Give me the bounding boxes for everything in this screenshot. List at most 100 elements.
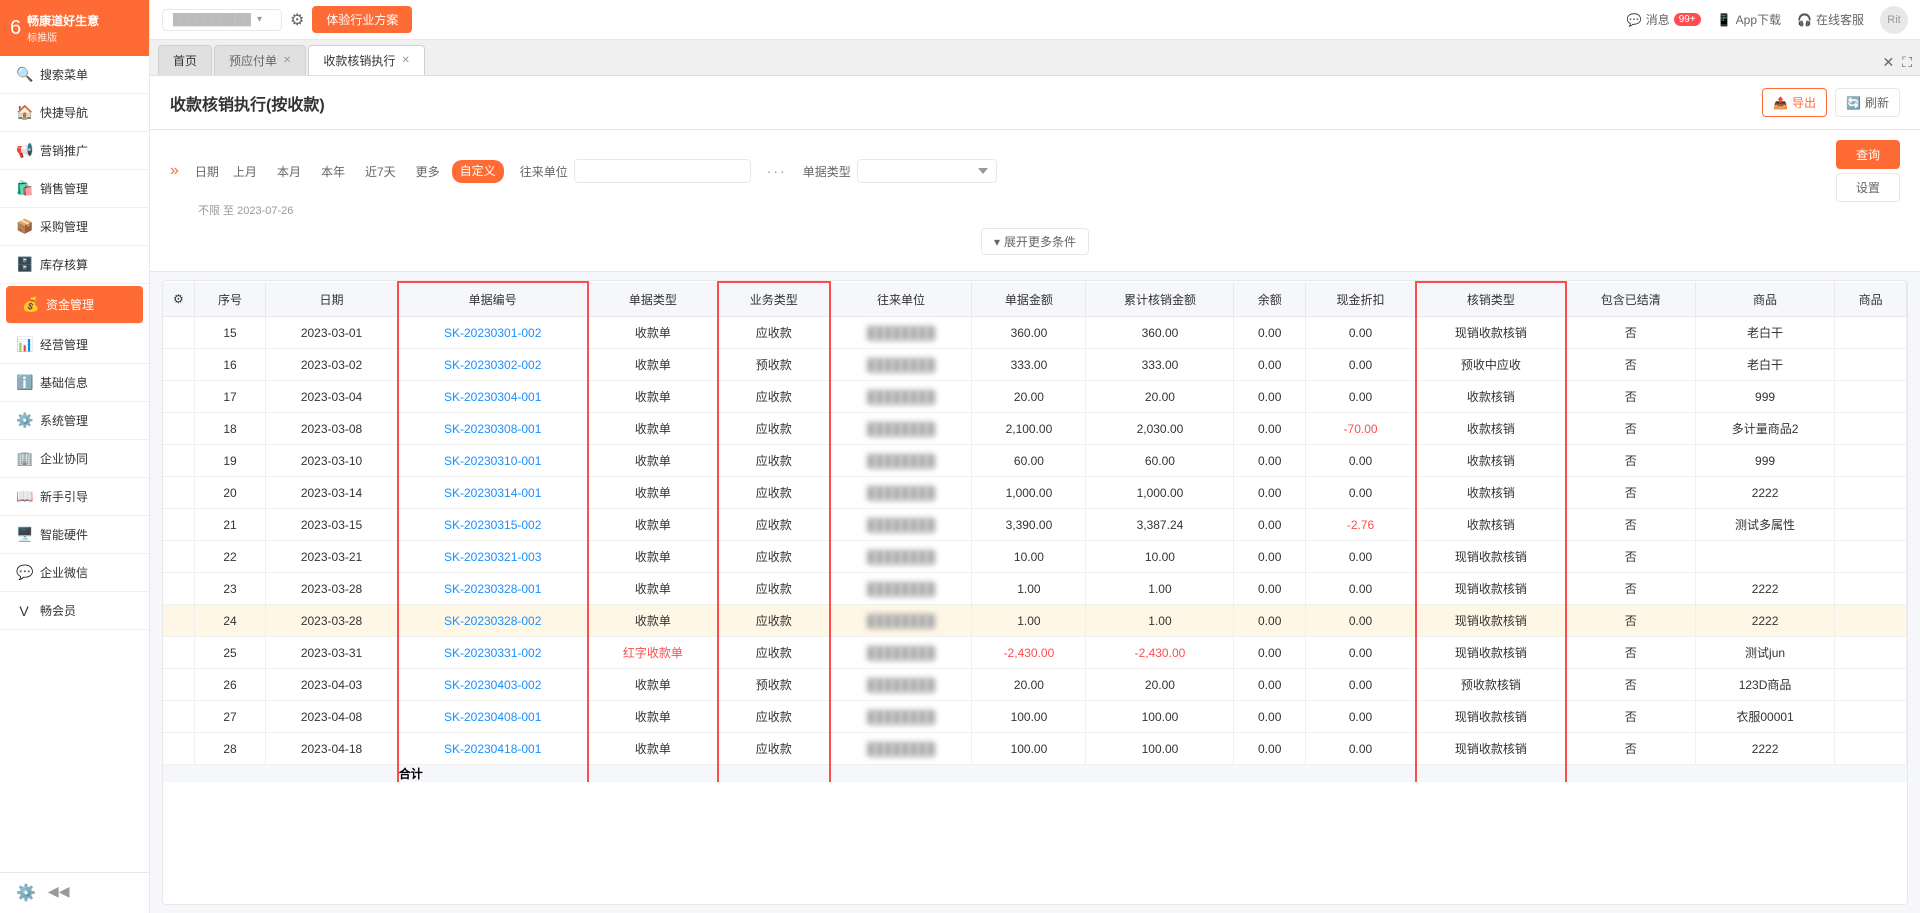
table-row[interactable]: 192023-03-10SK-20230310-001收款单应收款███████… xyxy=(163,445,1907,477)
table-row[interactable]: 162023-03-02SK-20230302-002收款单预收款███████… xyxy=(163,349,1907,381)
cell-receipt-no-link[interactable]: SK-20230315-002 xyxy=(444,518,541,532)
table-row[interactable]: 282023-04-18SK-20230418-001收款单应收款███████… xyxy=(163,733,1907,765)
date-btn-this-year[interactable]: 本年 xyxy=(313,160,353,183)
table-row[interactable]: 242023-03-28SK-20230328-002收款单应收款███████… xyxy=(163,605,1907,637)
cell-receipt-no[interactable]: SK-20230308-001 xyxy=(398,413,588,445)
user-avatar[interactable]: Rit xyxy=(1880,6,1908,34)
sidebar-item-hardware[interactable]: 🖥️ 智能硬件 xyxy=(0,516,149,554)
expand-conditions-btn[interactable]: ▾ 展开更多条件 xyxy=(981,228,1089,255)
sidebar-item-system[interactable]: ⚙️ 系统管理 xyxy=(0,402,149,440)
collapse-icon[interactable]: ◀◀ xyxy=(48,883,70,903)
sidebar-item-purchase[interactable]: 📦 采购管理 xyxy=(0,208,149,246)
cell-receipt-no-link[interactable]: SK-20230403-002 xyxy=(444,678,541,692)
data-table-container[interactable]: ⚙ 序号 日期 单据编号 单据类型 业务类型 往来单位 单据金额 累计核销金额 … xyxy=(162,280,1908,905)
cell-receipt-no[interactable]: SK-20230328-001 xyxy=(398,573,588,605)
table-row[interactable]: 182023-03-08SK-20230308-001收款单应收款███████… xyxy=(163,413,1907,445)
sidebar-item-quick-nav[interactable]: 🏠 快捷导航 xyxy=(0,94,149,132)
logo-subtext: 标推版 xyxy=(27,29,99,44)
table-row[interactable]: 172023-03-04SK-20230304-001收款单应收款███████… xyxy=(163,381,1907,413)
date-btn-last-month[interactable]: 上月 xyxy=(225,160,265,183)
table-row[interactable]: 202023-03-14SK-20230314-001收款单应收款███████… xyxy=(163,477,1907,509)
export-button[interactable]: 📤 导出 xyxy=(1762,88,1827,117)
sidebar-item-finance[interactable]: 💰 资金管理 xyxy=(6,286,143,324)
cell-receipt-no[interactable]: SK-20230301-002 xyxy=(398,317,588,349)
tab-collection[interactable]: 收款核销执行 ✕ xyxy=(308,45,424,75)
table-row[interactable]: 152023-03-01SK-20230301-002收款单应收款███████… xyxy=(163,317,1907,349)
cell-no: 24 xyxy=(194,605,266,637)
cell-receipt-no[interactable]: SK-20230403-002 xyxy=(398,669,588,701)
cell-receipt-no-link[interactable]: SK-20230310-001 xyxy=(444,454,541,468)
table-row[interactable]: 222023-03-21SK-20230321-003收款单应收款███████… xyxy=(163,541,1907,573)
maximize-icon[interactable]: ⛶ xyxy=(1902,54,1912,71)
cell-receipt-no-link[interactable]: SK-20230301-002 xyxy=(444,326,541,340)
query-button[interactable]: 查询 xyxy=(1836,140,1900,169)
receipt-type-select[interactable]: 收款单 红字收款单 xyxy=(857,159,997,183)
cell-receipt-no[interactable]: SK-20230310-001 xyxy=(398,445,588,477)
online-service-btn[interactable]: 🎧 在线客服 xyxy=(1797,11,1864,28)
cell-receipt-no[interactable]: SK-20230314-001 xyxy=(398,477,588,509)
sidebar-item-guide[interactable]: 📖 新手引导 xyxy=(0,478,149,516)
cell-goods2 xyxy=(1835,381,1907,413)
cell-receipt-no[interactable]: SK-20230331-002 xyxy=(398,637,588,669)
cell-receipt-no[interactable]: SK-20230302-002 xyxy=(398,349,588,381)
tab-prepay[interactable]: 预应付单 ✕ xyxy=(214,45,306,75)
sidebar-item-business[interactable]: 📊 经营管理 xyxy=(0,326,149,364)
cell-receipt-no[interactable]: SK-20230408-001 xyxy=(398,701,588,733)
cell-receipt-no-link[interactable]: SK-20230308-001 xyxy=(444,422,541,436)
date-btn-custom[interactable]: 自定义 xyxy=(452,160,504,183)
cell-receipt-no-link[interactable]: SK-20230408-001 xyxy=(444,710,541,724)
table-row[interactable]: 232023-03-28SK-20230328-001收款单应收款███████… xyxy=(163,573,1907,605)
cell-receipt-no-link[interactable]: SK-20230314-001 xyxy=(444,486,541,500)
date-buttons: 上月 本月 本年 近7天 更多 自定义 xyxy=(225,160,504,183)
cell-receipt-type: 收款单 xyxy=(588,477,718,509)
cell-goods xyxy=(1695,541,1834,573)
topbar-settings-icon[interactable]: ⚙ xyxy=(290,10,304,30)
sidebar-item-wechat[interactable]: 💬 企业微信 xyxy=(0,554,149,592)
filter-settings-button[interactable]: 设置 xyxy=(1836,173,1900,202)
filter-collapse-icon[interactable]: » xyxy=(170,162,179,180)
sidebar-item-corp[interactable]: 🏢 企业协同 xyxy=(0,440,149,478)
date-btn-7days[interactable]: 近7天 xyxy=(357,160,404,183)
close-all-icon[interactable]: ✕ xyxy=(1882,54,1894,71)
cell-receipt-no-link[interactable]: SK-20230302-002 xyxy=(444,358,541,372)
sidebar-item-search[interactable]: 🔍 搜索菜单 xyxy=(0,56,149,94)
refresh-button[interactable]: 🔄 刷新 xyxy=(1835,88,1900,117)
prepay-tab-close[interactable]: ✕ xyxy=(283,55,291,66)
cell-receipt-no[interactable]: SK-20230321-003 xyxy=(398,541,588,573)
workspace-selector[interactable]: ██████████ ▾ xyxy=(162,9,282,31)
cell-gear xyxy=(163,509,194,541)
table-row[interactable]: 212023-03-15SK-20230315-002收款单应收款███████… xyxy=(163,509,1907,541)
cell-biz-type: 应收款 xyxy=(718,445,829,477)
sidebar-item-member[interactable]: V 畅会员 xyxy=(0,592,149,630)
date-btn-more[interactable]: 更多 xyxy=(408,160,448,183)
cell-cash-discount: -2.76 xyxy=(1306,509,1417,541)
purchase-icon: 📦 xyxy=(16,218,32,235)
message-label: 消息 xyxy=(1646,11,1670,28)
app-download-btn[interactable]: 📱 App下载 xyxy=(1717,11,1781,28)
cell-receipt-no[interactable]: SK-20230304-001 xyxy=(398,381,588,413)
cell-receipt-no-link[interactable]: SK-20230321-003 xyxy=(444,550,541,564)
col-header-gear[interactable]: ⚙ xyxy=(163,282,194,317)
solution-button[interactable]: 体验行业方案 xyxy=(312,6,412,33)
counterpart-input[interactable] xyxy=(574,159,751,183)
table-row[interactable]: 262023-04-03SK-20230403-002收款单预收款███████… xyxy=(163,669,1907,701)
cell-receipt-no-link[interactable]: SK-20230304-001 xyxy=(444,390,541,404)
cell-receipt-no-link[interactable]: SK-20230331-002 xyxy=(444,646,541,660)
sidebar-item-inventory[interactable]: 🗄️ 库存核算 xyxy=(0,246,149,284)
sidebar-item-basic[interactable]: ℹ️ 基础信息 xyxy=(0,364,149,402)
sidebar-item-sales[interactable]: 🛍️ 销售管理 xyxy=(0,170,149,208)
cell-receipt-no-link[interactable]: SK-20230328-002 xyxy=(444,614,541,628)
cell-receipt-no-link[interactable]: SK-20230328-001 xyxy=(444,582,541,596)
settings-icon[interactable]: ⚙️ xyxy=(16,883,36,903)
sidebar-item-marketing[interactable]: 📢 营销推广 xyxy=(0,132,149,170)
collection-tab-close[interactable]: ✕ xyxy=(401,55,409,66)
message-btn[interactable]: 💬 消息 99+ xyxy=(1627,11,1701,28)
table-row[interactable]: 252023-03-31SK-20230331-002红字收款单应收款█████… xyxy=(163,637,1907,669)
cell-receipt-no[interactable]: SK-20230315-002 xyxy=(398,509,588,541)
cell-receipt-no[interactable]: SK-20230328-002 xyxy=(398,605,588,637)
date-btn-this-month[interactable]: 本月 xyxy=(269,160,309,183)
tab-home[interactable]: 首页 xyxy=(158,45,212,75)
cell-receipt-no[interactable]: SK-20230418-001 xyxy=(398,733,588,765)
cell-receipt-no-link[interactable]: SK-20230418-001 xyxy=(444,742,541,756)
table-row[interactable]: 272023-04-08SK-20230408-001收款单应收款███████… xyxy=(163,701,1907,733)
